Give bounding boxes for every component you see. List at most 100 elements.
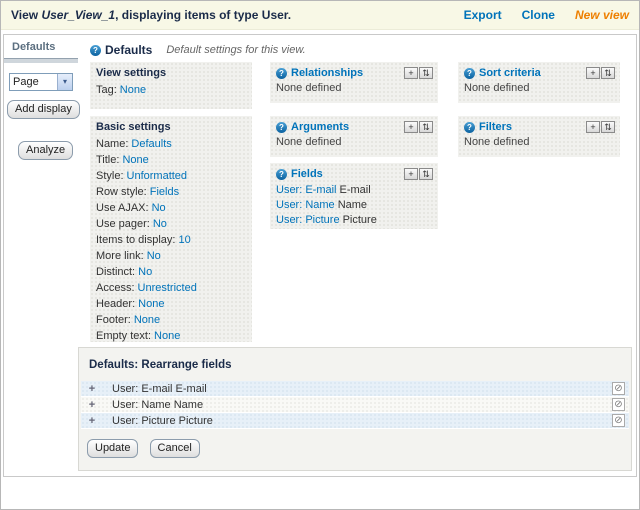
help-icon[interactable]: ?	[464, 121, 475, 133]
rearrange-icon[interactable]: ⇅	[601, 121, 615, 133]
setting-value-link[interactable]: Unrestricted	[138, 282, 197, 294]
view-settings-title: View settings	[96, 67, 167, 79]
rearrange-rows: + User: E-mail E-mail ⊘ + User: Name Nam…	[81, 381, 629, 429]
add-icon[interactable]: +	[586, 121, 600, 133]
setting-label: Style:	[96, 170, 124, 182]
rearrange-icon[interactable]: ⇅	[601, 67, 615, 79]
filters-empty: None defined	[464, 136, 530, 148]
analyze-button[interactable]: Analyze	[18, 141, 74, 160]
setting-label: Use AJAX:	[96, 202, 149, 214]
page-title: View User_View_1, displaying items of ty…	[11, 8, 291, 22]
tab-defaults[interactable]: Defaults	[4, 35, 78, 59]
export-link[interactable]: Export	[464, 8, 502, 22]
display-description: ? Defaults Default settings for this vie…	[90, 43, 306, 57]
setting-label: Empty text:	[96, 330, 152, 342]
setting-row: Header: None	[96, 296, 246, 312]
setting-label: More link:	[96, 250, 144, 262]
clone-link[interactable]: Clone	[522, 8, 555, 22]
tab-shadow	[4, 59, 78, 63]
remove-icon[interactable]: ⊘	[612, 414, 625, 427]
fields-actions: + ⇅	[404, 168, 433, 180]
setting-value-link[interactable]: No	[138, 266, 152, 278]
add-icon[interactable]: +	[404, 121, 418, 133]
setting-row: More link: No	[96, 248, 246, 264]
field-link[interactable]: User: E-mail	[276, 184, 337, 196]
field-item: User: Name Name	[276, 198, 432, 213]
field-label: Picture	[342, 214, 377, 226]
help-icon[interactable]: ?	[276, 67, 287, 79]
field-link[interactable]: User: Name	[276, 199, 335, 211]
setting-value-link[interactable]: 10	[178, 234, 190, 246]
setting-label: Tag:	[96, 84, 117, 96]
setting-row: Footer: None	[96, 312, 246, 328]
setting-value-link[interactable]: None	[154, 330, 180, 342]
drag-handle-icon[interactable]: +	[86, 415, 98, 427]
rearrange-icon[interactable]: ⇅	[419, 67, 433, 79]
filters-title-link[interactable]: Filters	[479, 121, 512, 133]
setting-label: Title:	[96, 154, 120, 166]
display-description-text: Default settings for this view.	[166, 44, 306, 56]
field-item: User: E-mail E-mail	[276, 183, 432, 198]
views-edit-page: View User_View_1, displaying items of ty…	[0, 0, 640, 510]
setting-label: Use pager:	[96, 218, 150, 230]
cancel-button[interactable]: Cancel	[149, 439, 200, 458]
views-edit-container: Defaults Page ▾ Add display Analyze ? De…	[3, 34, 637, 477]
rearrange-icon[interactable]: ⇅	[419, 121, 433, 133]
drag-handle-icon[interactable]: +	[86, 383, 98, 395]
drag-handle-icon[interactable]: +	[86, 399, 98, 411]
basic-settings-title: Basic settings	[96, 121, 171, 133]
arguments-actions: + ⇅	[404, 121, 433, 133]
setting-row: Style: Unformatted	[96, 168, 246, 184]
setting-value-link[interactable]: None	[138, 298, 164, 310]
update-button[interactable]: Update	[87, 439, 139, 458]
setting-label: Access:	[96, 282, 135, 294]
fields-box: + ⇅ ? Fields User: E-mail E-mail User: Na…	[270, 163, 438, 229]
rearrange-row-label: User: Name Name	[112, 398, 204, 411]
setting-label: Row style:	[96, 186, 147, 198]
rearrange-row: + User: E-mail E-mail ⊘	[81, 381, 629, 397]
setting-value-link[interactable]: None	[134, 314, 160, 326]
help-icon[interactable]: ?	[90, 44, 101, 56]
add-icon[interactable]: +	[404, 67, 418, 79]
sort-criteria-title-link[interactable]: Sort criteria	[479, 67, 541, 79]
setting-value-link[interactable]: Unformatted	[127, 170, 188, 182]
arguments-title-link[interactable]: Arguments	[291, 121, 349, 133]
help-icon[interactable]: ?	[276, 168, 287, 180]
display-type-select[interactable]: Page ▾	[9, 73, 73, 91]
rearrange-row: + User: Name Name ⊘	[81, 397, 629, 413]
view-settings-box: View settings Tag: None	[90, 62, 252, 109]
add-icon[interactable]: +	[586, 67, 600, 79]
setting-value-link[interactable]: None	[122, 154, 148, 166]
help-icon[interactable]: ?	[464, 67, 475, 79]
field-link[interactable]: User: Picture	[276, 214, 340, 226]
setting-value-link[interactable]: No	[153, 218, 167, 230]
setting-value-link[interactable]: None	[120, 84, 146, 96]
rearrange-icon[interactable]: ⇅	[419, 168, 433, 180]
setting-value-link[interactable]: Fields	[150, 186, 179, 198]
setting-value-link[interactable]: No	[152, 202, 166, 214]
remove-icon[interactable]: ⊘	[612, 398, 625, 411]
setting-value-link[interactable]: Defaults	[131, 138, 171, 150]
new-view-link[interactable]: New view	[575, 8, 629, 22]
setting-row: Distinct: No	[96, 264, 246, 280]
basic-settings-box: Basic settings Name: Defaults Title: None …	[90, 116, 252, 342]
field-label: Name	[337, 199, 368, 211]
display-sidebar: Defaults Page ▾ Add display Analyze	[4, 35, 80, 476]
help-icon[interactable]: ?	[276, 121, 287, 133]
remove-icon[interactable]: ⊘	[612, 382, 625, 395]
relationships-title-link[interactable]: Relationships	[291, 67, 363, 79]
setting-row: Access: Unrestricted	[96, 280, 246, 296]
setting-label: Items to display:	[96, 234, 176, 246]
setting-row: Use AJAX: No	[96, 200, 246, 216]
setting-value-link[interactable]: No	[147, 250, 161, 262]
add-icon[interactable]: +	[404, 168, 418, 180]
add-display-button[interactable]: Add display	[7, 100, 80, 119]
fields-title-link[interactable]: Fields	[291, 168, 323, 180]
arguments-empty: None defined	[276, 136, 342, 148]
relationships-box: + ⇅ ? Relationships None defined	[270, 62, 438, 103]
field-item: User: Picture Picture	[276, 213, 432, 228]
setting-label: Header:	[96, 298, 136, 310]
setting-row: Items to display: 10	[96, 232, 246, 248]
title-suffix: , displaying items of type User.	[115, 8, 292, 22]
field-label: E-mail	[339, 184, 371, 196]
